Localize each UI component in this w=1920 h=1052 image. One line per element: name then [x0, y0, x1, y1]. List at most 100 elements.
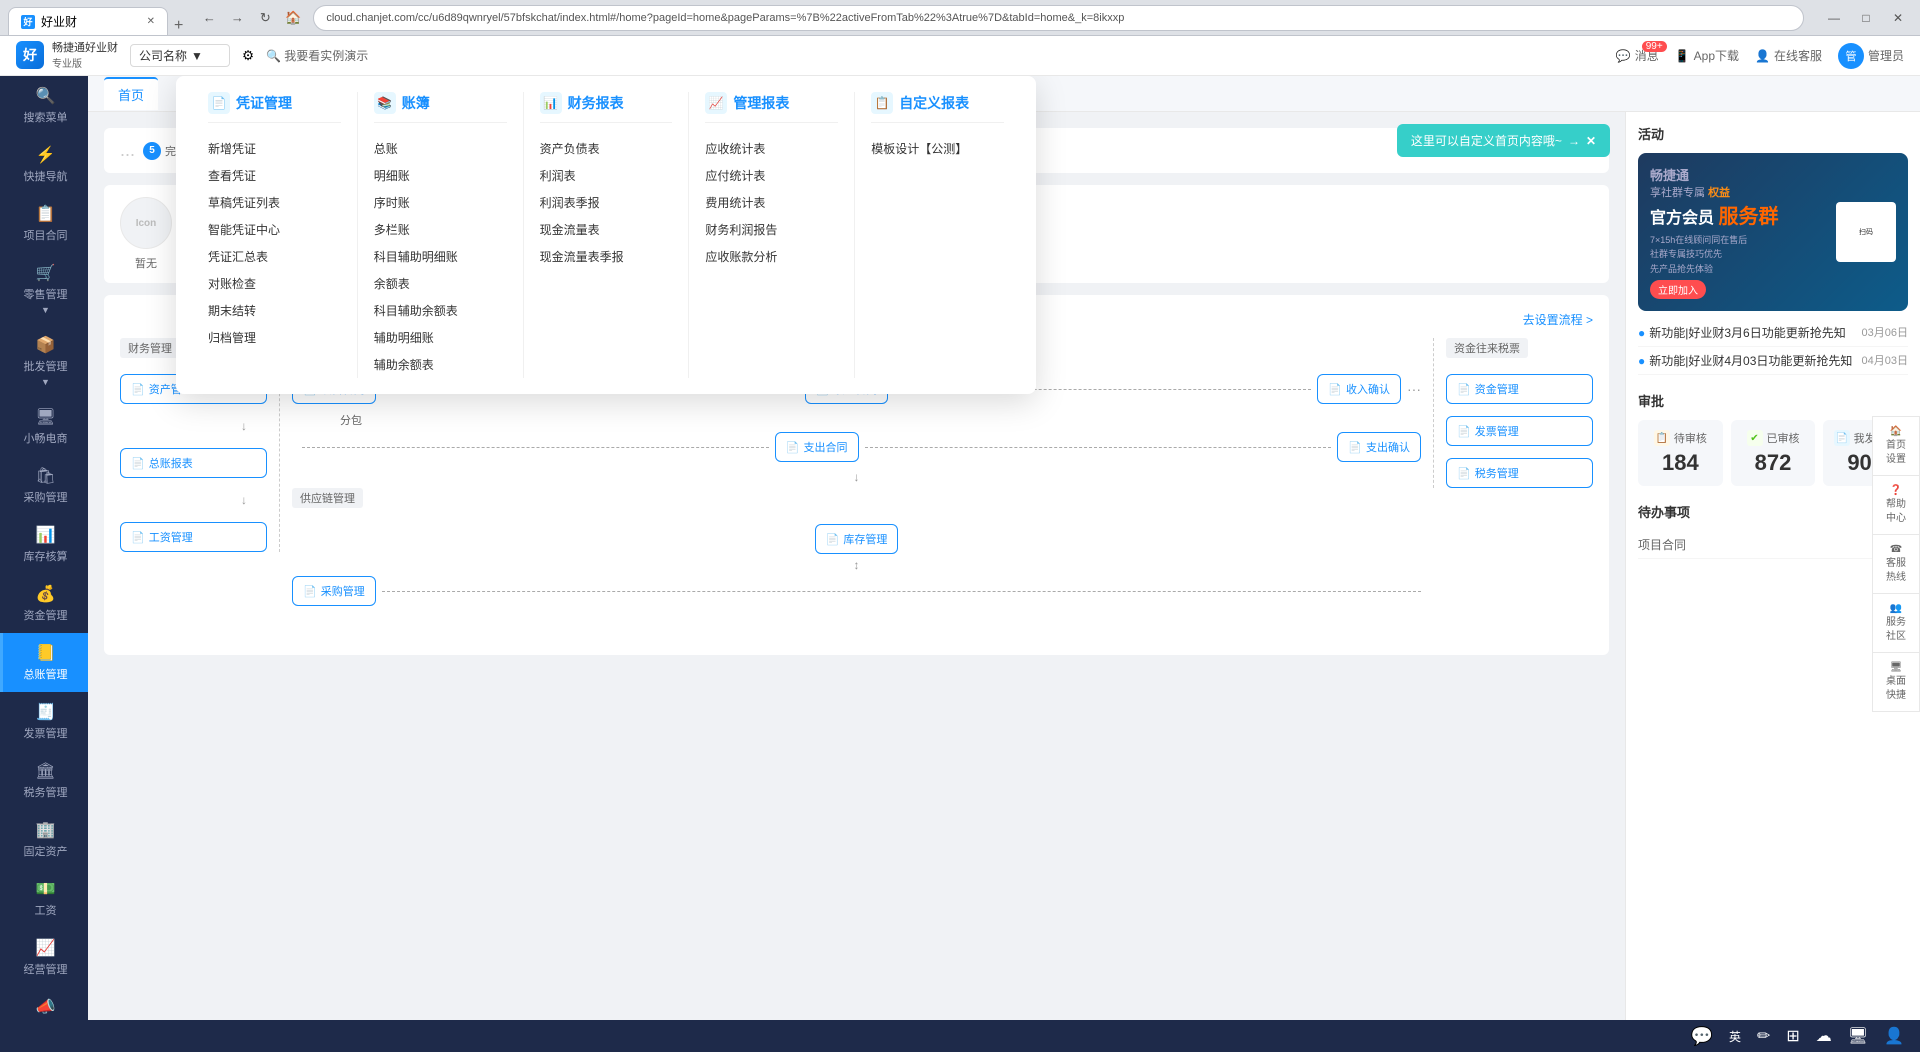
quick-icon-1[interactable]: Icon 暂无: [120, 197, 172, 271]
dropdown-item-ap-stats[interactable]: 应付统计表: [705, 162, 838, 189]
dropdown-item-archive[interactable]: 归档管理: [208, 324, 341, 351]
dropdown-item-aux-balance[interactable]: 辅助余额表: [374, 351, 507, 378]
flow-node-capital-mgmt[interactable]: 📄 资金管理: [1446, 374, 1593, 404]
home-button[interactable]: 🏠: [281, 6, 305, 30]
search-demo[interactable]: 🔍 我要看实例演示: [266, 47, 368, 64]
sidebar-item-finance[interactable]: 💰 资金管理: [0, 574, 88, 633]
active-tab[interactable]: 好 好业财 ✕: [8, 7, 168, 35]
flow-node-general-report[interactable]: 📄 总账报表: [120, 448, 267, 478]
dropdown-item-ar-analysis[interactable]: 应收账款分析: [705, 243, 838, 270]
dropdown-item-subject-balance[interactable]: 科目辅助余额表: [374, 297, 507, 324]
flow-node-purchase[interactable]: 📄 采购管理: [292, 576, 376, 606]
sidebar-item-purchase[interactable]: 🛍 采购管理: [0, 456, 88, 515]
dropdown-item-voucher-summary[interactable]: 凭证汇总表: [208, 243, 341, 270]
dropdown-item-ar-stats[interactable]: 应收统计表: [705, 135, 838, 162]
flow-node-invoice-mgmt[interactable]: 📄 发票管理: [1446, 416, 1593, 446]
tab-home[interactable]: 首页: [104, 77, 158, 110]
approval-card-pending[interactable]: 📋 待审核 184: [1638, 420, 1723, 486]
tool-community[interactable]: 👥 服务社区: [1872, 594, 1920, 653]
flow-setup-link[interactable]: 去设置流程 >: [1523, 311, 1593, 328]
sidebar-item-payroll[interactable]: 💵 工资: [0, 869, 88, 928]
news-item-1[interactable]: ●新功能|好业财3月6日功能更新抢先知 03月06日: [1638, 319, 1908, 347]
dropdown-item-new-voucher[interactable]: 新增凭证: [208, 135, 341, 162]
sidebar-item-ecommerce[interactable]: 🖥 小畅电商: [0, 397, 88, 456]
back-button[interactable]: ←: [197, 6, 221, 30]
dropdown-item-balance-table[interactable]: 余额表: [374, 270, 507, 297]
messages-btn[interactable]: 💬 消息 99+: [1616, 47, 1659, 64]
flow-node-expense-confirm[interactable]: 📄 支出确认: [1337, 432, 1421, 462]
sidebar-item-general[interactable]: 📒 总账管理: [0, 633, 88, 692]
sidebar-item-quick[interactable]: ⚡ 快捷导航: [0, 135, 88, 194]
flow-purchase-row: 📄 采购管理: [292, 576, 1421, 606]
app-download-btn[interactable]: 📱 App下载: [1675, 47, 1739, 64]
sidebar-item-search[interactable]: 🔍 搜索菜单: [0, 76, 88, 135]
dropdown-item-multi-col[interactable]: 多栏账: [374, 216, 507, 243]
chat-icon[interactable]: 💬: [1691, 1026, 1713, 1047]
refresh-button[interactable]: ↻: [253, 6, 277, 30]
sidebar-item-project[interactable]: 📋 项目合同: [0, 194, 88, 253]
flow-node-inventory[interactable]: 📄 库存管理: [815, 524, 899, 554]
cloud-icon[interactable]: ☁: [1816, 1026, 1832, 1046]
dropdown-item-sequence-ledger[interactable]: 序时账: [374, 189, 507, 216]
todo-item-project[interactable]: 项目合同: [1638, 531, 1908, 559]
dropdown-item-draft-list[interactable]: 草稿凭证列表: [208, 189, 341, 216]
dropdown-item-template-design[interactable]: 模板设计【公测】: [871, 135, 1004, 162]
dropdown-item-balance-sheet[interactable]: 资产负债表: [540, 135, 673, 162]
maximize-button[interactable]: □: [1852, 4, 1880, 32]
address-bar[interactable]: cloud.chanjet.com/cc/u6d89qwnryel/57bfsk…: [313, 5, 1804, 31]
tool-home-settings[interactable]: 🏠 首页设置: [1872, 416, 1920, 476]
flow-node-payroll[interactable]: 📄 工资管理: [120, 522, 267, 552]
split-label: 分包: [340, 412, 362, 428]
user-bottom-icon[interactable]: 👤: [1884, 1026, 1904, 1046]
user-avatar[interactable]: 管 管理员: [1838, 43, 1904, 69]
dropdown-item-aux-detail[interactable]: 辅助明细账: [374, 324, 507, 351]
tool-help[interactable]: ❓ 帮助中心: [1872, 476, 1920, 535]
forward-button[interactable]: →: [225, 6, 249, 30]
flow-node-tax-mgmt[interactable]: 📄 税务管理: [1446, 458, 1593, 488]
dropdown-item-income[interactable]: 利润表: [540, 162, 673, 189]
dropdown-item-income-quarterly[interactable]: 利润表季报: [540, 189, 673, 216]
settings-btn[interactable]: ⚙: [242, 48, 254, 64]
sidebar-item-assets[interactable]: 🏢 固定资产: [0, 810, 88, 869]
dropdown-item-detail-ledger[interactable]: 明细账: [374, 162, 507, 189]
close-window-button[interactable]: ✕: [1884, 4, 1912, 32]
edit-icon[interactable]: ✏: [1757, 1026, 1770, 1046]
sidebar-item-tax[interactable]: 🏛 税务管理: [0, 751, 88, 810]
dropdown-item-carry-forward[interactable]: 期末结转: [208, 297, 341, 324]
sidebar-item-invoice[interactable]: 🧾 发票管理: [0, 692, 88, 751]
dropdown-item-reconcile[interactable]: 对账检查: [208, 270, 341, 297]
body-layout: 🔍 搜索菜单 ⚡ 快捷导航 📋 项目合同 🛒 零售管理 ▼ 📦 批发管理 ▼: [0, 76, 1920, 1052]
tab-close-btn[interactable]: ✕: [147, 16, 155, 27]
dropdown-item-cashflow[interactable]: 现金流量表: [540, 216, 673, 243]
monitor-icon[interactable]: 🖥: [1848, 1026, 1868, 1046]
dropdown-item-smart-center[interactable]: 智能凭证中心: [208, 216, 341, 243]
sidebar-item-retail[interactable]: 🛒 零售管理 ▼: [0, 253, 88, 325]
approved-num: 872: [1741, 450, 1806, 476]
tool-desktop[interactable]: 🖥 桌面快捷: [1872, 653, 1920, 712]
minimize-button[interactable]: —: [1820, 4, 1848, 32]
sidebar-item-wholesale[interactable]: 📦 批发管理 ▼: [0, 325, 88, 397]
dropdown-item-cashflow-quarterly[interactable]: 现金流量表季报: [540, 243, 673, 270]
lang-btn[interactable]: 英: [1729, 1028, 1741, 1045]
news-item-2[interactable]: ●新功能|好业财4月03日功能更新抢先知 04月03日: [1638, 347, 1908, 375]
dropdown-item-subject-detail[interactable]: 科目辅助明细账: [374, 243, 507, 270]
sidebar-item-ops[interactable]: 📈 经营管理: [0, 928, 88, 987]
company-selector[interactable]: 公司名称 ▼: [130, 44, 230, 67]
dropdown-item-view-voucher[interactable]: 查看凭证: [208, 162, 341, 189]
tool-service[interactable]: ☎ 客服热线: [1872, 535, 1920, 594]
sidebar-item-inventory[interactable]: 📊 库存核算: [0, 515, 88, 574]
initiated-icon: 📄: [1834, 430, 1850, 446]
flow-capital-col: 资金往来税票 📄 资金管理 📄 发票管理: [1433, 338, 1593, 488]
dropdown-item-profit-report[interactable]: 财务利润报告: [705, 216, 838, 243]
layout-icon[interactable]: ⊞: [1786, 1026, 1799, 1046]
dropdown-item-general-ledger[interactable]: 总账: [374, 135, 507, 162]
online-service-btn[interactable]: 👤 在线客服: [1755, 47, 1822, 64]
content-area: 首页 ... 5 完成期初 ● ────── 6: [88, 76, 1920, 1052]
new-tab-button[interactable]: +: [168, 17, 189, 35]
join-btn[interactable]: 立即加入: [1650, 280, 1706, 299]
dropdown-item-expense-stats[interactable]: 费用统计表: [705, 189, 838, 216]
flow-node-revenue-confirm[interactable]: 📄 收入确认: [1317, 374, 1401, 404]
approval-card-approved[interactable]: ✔ 已审核 872: [1731, 420, 1816, 486]
step-prev-icon: ...: [120, 140, 135, 161]
flow-node-expense-contract[interactable]: 📄 支出合同: [775, 432, 859, 462]
